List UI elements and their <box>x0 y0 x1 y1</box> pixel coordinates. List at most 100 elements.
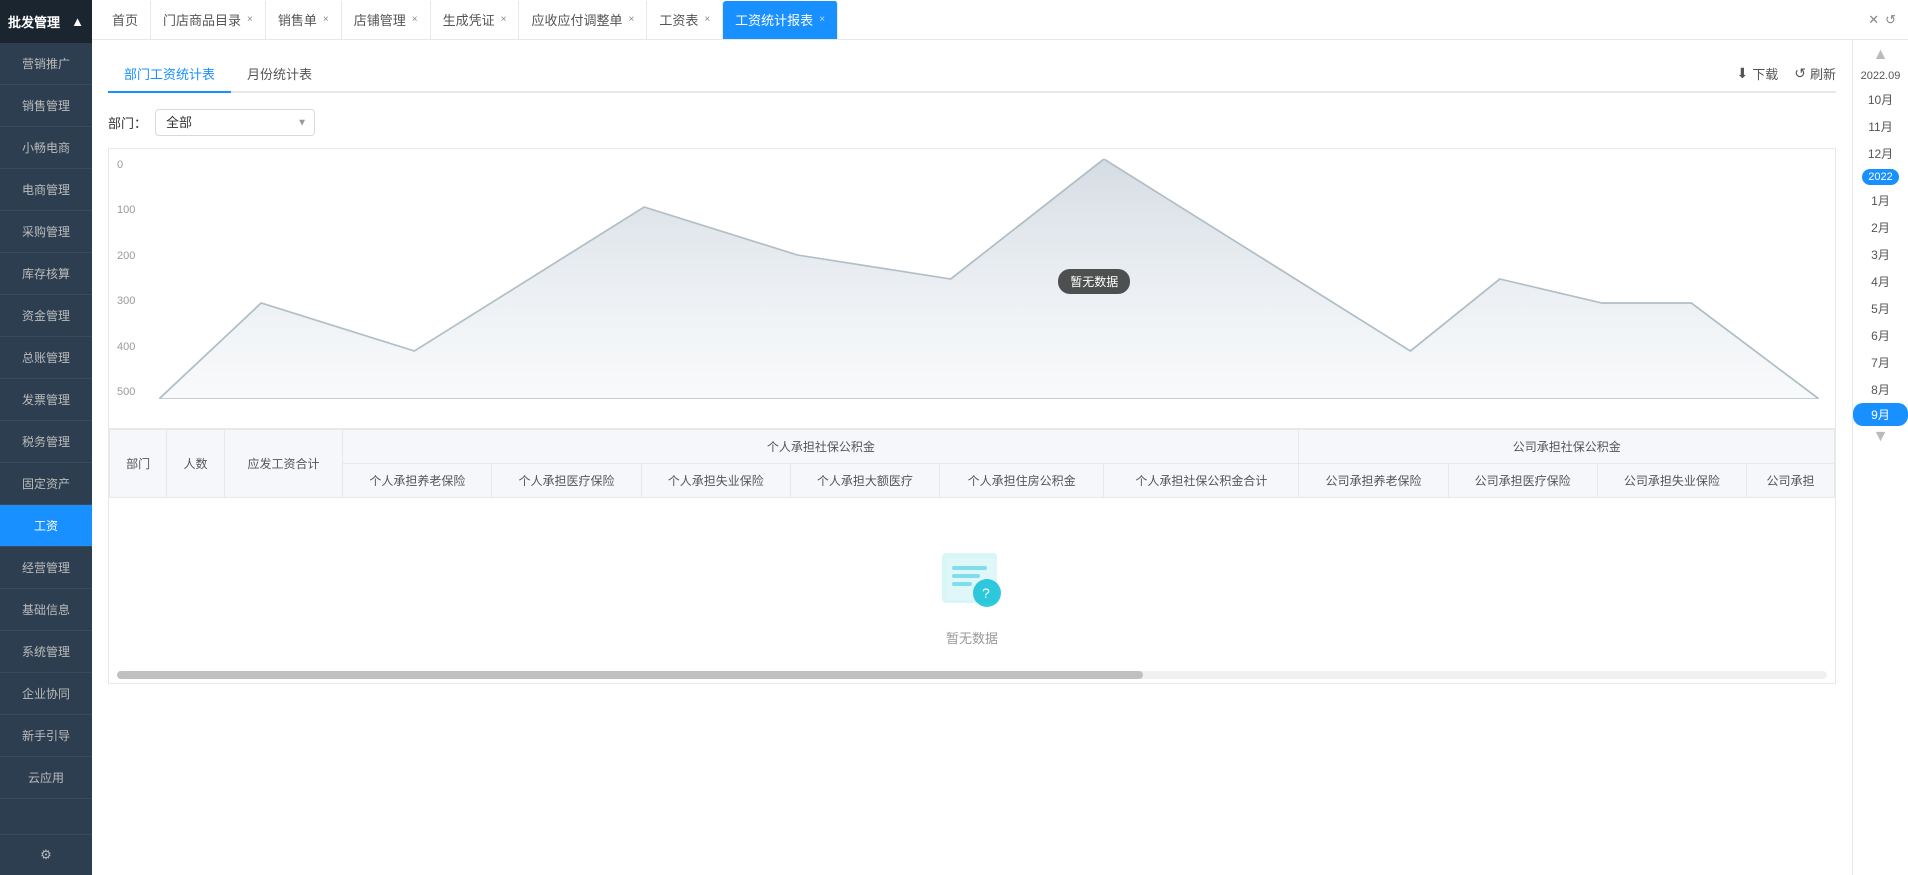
th-company-unemployment: 公司承担失业保险 <box>1597 464 1746 498</box>
timeline-month-6[interactable]: 6月 <box>1853 322 1908 349</box>
tab-close-store-catalog[interactable]: × <box>247 14 253 25</box>
tab-payroll[interactable]: 工资表 × <box>647 1 723 39</box>
th-personal-unemployment: 个人承担失业保险 <box>641 464 790 498</box>
sidebar-item-dianshangguan[interactable]: 电商管理 <box>0 169 92 211</box>
dept-filter-label: 部门： <box>108 113 147 132</box>
sub-tabs: 部门工资统计表 月份统计表 ⬇ 下载 ↺ 刷新 <box>108 56 1836 93</box>
sidebar-item-jichu[interactable]: 基础信息 <box>0 589 92 631</box>
tab-close-sales-order[interactable]: × <box>323 14 329 25</box>
th-company-medical: 公司承担医疗保险 <box>1448 464 1597 498</box>
timeline-month-3[interactable]: 3月 <box>1853 241 1908 268</box>
th-personal-pension: 个人承担养老保险 <box>343 464 492 498</box>
timeline-month-4[interactable]: 4月 <box>1853 268 1908 295</box>
tab-bar: 首页 门店商品目录 × 销售单 × 店铺管理 × 生成凭证 × 应收应付调整单 … <box>92 0 1908 40</box>
sub-tab-dept-salary[interactable]: 部门工资统计表 <box>108 56 231 93</box>
th-total-salary: 应发工资合计 <box>224 430 343 498</box>
timeline-month-10[interactable]: 10月 <box>1853 86 1908 113</box>
svg-text:?: ? <box>982 585 990 601</box>
empty-label: 暂无数据 <box>946 628 998 647</box>
download-icon: ⬇ <box>1737 65 1749 82</box>
refresh-icon: ↺ <box>1885 12 1896 28</box>
sidebar: 批发管理 ▲ 营销推广 销售管理 小畅电商 电商管理 采购管理 库存核算 资金管… <box>0 0 92 875</box>
timeline-year-badge: 2022 <box>1862 169 1898 185</box>
refresh-icon2: ↺ <box>1794 65 1806 82</box>
tab-home[interactable]: 首页 <box>100 1 151 39</box>
tab-close-payroll-report[interactable]: × <box>819 14 825 25</box>
refresh-btn[interactable]: ↺ 刷新 <box>1794 64 1836 83</box>
timeline-month-2[interactable]: 2月 <box>1853 214 1908 241</box>
scroll-thumb[interactable] <box>117 671 1143 679</box>
tab-close-generate-voucher[interactable]: × <box>501 14 507 25</box>
tab-close-store-manage[interactable]: × <box>412 14 418 25</box>
tab-store-manage[interactable]: 店铺管理 × <box>342 1 431 39</box>
th-personal-group: 个人承担社保公积金 <box>343 430 1299 464</box>
th-personal-total: 个人承担社保公积金合计 <box>1104 464 1299 498</box>
sidebar-item-xiaochang[interactable]: 小畅电商 <box>0 127 92 169</box>
timeline-sidebar: ▲ 2022.09 10月 11月 12月 2022 1月 2月 3月 4月 <box>1852 40 1908 875</box>
tab-payroll-report[interactable]: 工资统计报表 × <box>723 1 838 39</box>
sidebar-item-gongzi[interactable]: 工资 <box>0 505 92 547</box>
th-company-group: 公司承担社保公积金 <box>1299 430 1835 464</box>
timeline-month-8[interactable]: 8月 <box>1853 376 1908 403</box>
sidebar-item-shuiwu[interactable]: 税务管理 <box>0 421 92 463</box>
chart-container: 500 400 300 200 100 0 <box>108 148 1836 428</box>
timeline-month-12[interactable]: 12月 <box>1853 140 1908 167</box>
chart-y-axis: 500 400 300 200 100 0 <box>117 159 135 398</box>
timeline-down-nav[interactable]: ▼ <box>1871 426 1891 448</box>
tab-close-ar-ap-adjust[interactable]: × <box>628 14 634 25</box>
tab-ar-ap-adjust[interactable]: 应收应付调整单 × <box>519 1 647 39</box>
sidebar-item-guding[interactable]: 固定资产 <box>0 463 92 505</box>
timeline-month-5[interactable]: 5月 <box>1853 295 1908 322</box>
main-area: 首页 门店商品目录 × 销售单 × 店铺管理 × 生成凭证 × 应收应付调整单 … <box>92 0 1908 875</box>
sidebar-toggle-icon: ▲ <box>71 14 84 29</box>
sidebar-item-zijin[interactable]: 资金管理 <box>0 295 92 337</box>
timeline-month-9[interactable]: 9月 <box>1853 403 1908 426</box>
sidebar-item-caigou[interactable]: 采购管理 <box>0 211 92 253</box>
sidebar-item-fapiao[interactable]: 发票管理 <box>0 379 92 421</box>
sidebar-item-xinshou[interactable]: 新手引导 <box>0 715 92 757</box>
timeline-month-1[interactable]: 1月 <box>1853 187 1908 214</box>
th-company-pension: 公司承担养老保险 <box>1299 464 1448 498</box>
sidebar-item-zongzhang[interactable]: 总账管理 <box>0 337 92 379</box>
chart-tooltip: 暂无数据 <box>1058 269 1130 294</box>
th-dept: 部门 <box>110 430 167 498</box>
chart-svg <box>159 159 1819 399</box>
tab-sales-order[interactable]: 销售单 × <box>266 1 342 39</box>
sidebar-item-kucun[interactable]: 库存核算 <box>0 253 92 295</box>
sidebar-item-yunyingyong[interactable]: 云应用 <box>0 757 92 799</box>
sidebar-item-yingxiao[interactable]: 营销推广 <box>0 43 92 85</box>
th-personal-big-medical: 个人承担大额医疗 <box>790 464 939 498</box>
timeline-month-11[interactable]: 11月 <box>1853 113 1908 140</box>
empty-state: ? 暂无数据 <box>109 498 1835 667</box>
th-personal-housing: 个人承担住房公积金 <box>939 464 1103 498</box>
page-content: 部门工资统计表 月份统计表 ⬇ 下载 ↺ 刷新 <box>92 40 1852 875</box>
dept-select[interactable]: 全部 <box>155 109 315 136</box>
th-count: 人数 <box>167 430 224 498</box>
tab-close-payroll[interactable]: × <box>704 14 710 25</box>
sidebar-item-jingying[interactable]: 经营管理 <box>0 547 92 589</box>
empty-icon: ? <box>932 538 1012 618</box>
tab-bar-close-btn[interactable]: ✕ ↺ <box>1864 12 1900 28</box>
dept-select-wrapper: 全部 ▼ <box>155 109 315 136</box>
sidebar-header[interactable]: 批发管理 ▲ <box>0 0 92 43</box>
data-table: 部门 人数 应发工资合计 个人承担社保公积金 公司承担社保公积金 个人承担养老保… <box>109 429 1835 498</box>
timeline-up-nav[interactable]: ▲ <box>1871 44 1891 66</box>
sidebar-title: 批发管理 <box>8 12 60 31</box>
filter-row: 部门： 全部 ▼ <box>108 109 1836 136</box>
timeline-year-header: 2022.09 <box>1859 66 1903 86</box>
tab-generate-voucher[interactable]: 生成凭证 × <box>431 1 520 39</box>
sidebar-item-qiye[interactable]: 企业协同 <box>0 673 92 715</box>
timeline-month-7[interactable]: 7月 <box>1853 349 1908 376</box>
th-personal-medical: 个人承担医疗保险 <box>492 464 641 498</box>
content-area: 部门工资统计表 月份统计表 ⬇ 下载 ↺ 刷新 <box>92 40 1908 875</box>
tab-store-catalog[interactable]: 门店商品目录 × <box>151 1 266 39</box>
sidebar-settings[interactable]: ⚙ <box>0 834 92 875</box>
sub-tab-monthly[interactable]: 月份统计表 <box>231 56 328 93</box>
sidebar-item-xitong[interactable]: 系统管理 <box>0 631 92 673</box>
gear-icon: ⚙ <box>40 847 52 862</box>
sidebar-item-xiaoshou[interactable]: 销售管理 <box>0 85 92 127</box>
download-btn[interactable]: ⬇ 下载 <box>1737 64 1779 83</box>
horizontal-scrollbar[interactable] <box>117 671 1827 679</box>
table-container: 部门 人数 应发工资合计 个人承担社保公积金 公司承担社保公积金 个人承担养老保… <box>108 428 1836 684</box>
th-company-other: 公司承担 <box>1746 464 1834 498</box>
